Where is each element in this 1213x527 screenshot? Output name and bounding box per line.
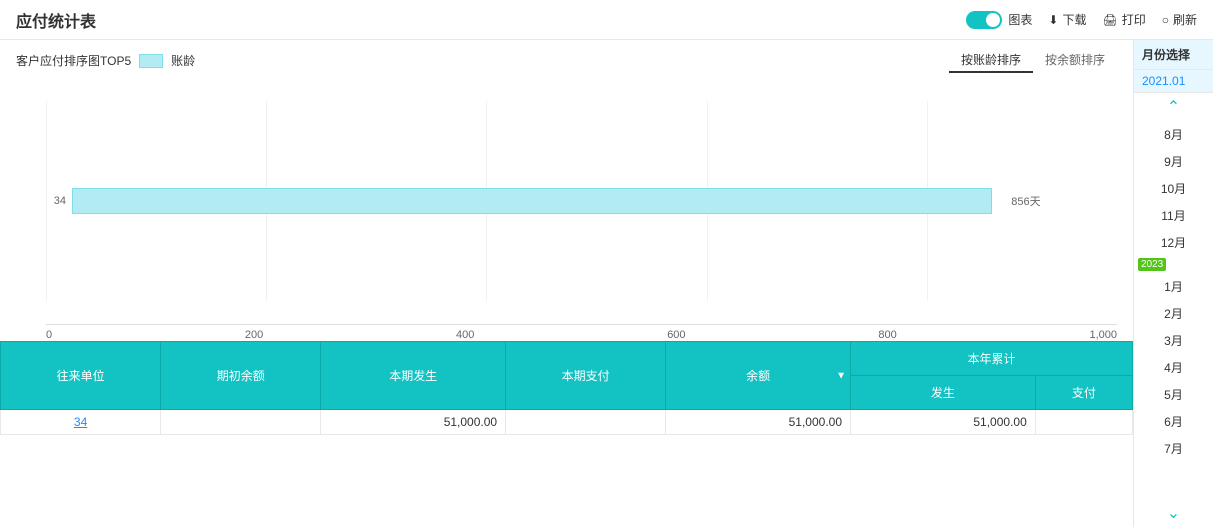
cell-unit[interactable]: 34 — [1, 410, 161, 435]
chart-inner: 34 856天 0 200 — [16, 81, 1117, 341]
header-actions: 图表 ⬇ 下载 🖨 打印 ○ 刷新 — [966, 11, 1197, 29]
col-header-ytd-occur: 发生 — [851, 376, 1036, 410]
table-row: 34 51,000.00 51,000.00 51,000.00 — [1, 410, 1133, 435]
chart-toggle[interactable] — [966, 11, 1002, 29]
sidebar-month-2[interactable]: 2月 — [1134, 300, 1213, 327]
sidebar-month-4[interactable]: 4月 — [1134, 354, 1213, 381]
chart-table-section: 客户应付排序图TOP5 账龄 按账龄排序 按余额排序 — [0, 40, 1133, 527]
app-header: 应付统计表 图表 ⬇ 下载 🖨 打印 ○ 刷新 — [0, 0, 1213, 40]
page-title: 应付统计表 — [16, 8, 96, 32]
cell-current-pay — [506, 410, 666, 435]
refresh-icon: ○ — [1162, 13, 1169, 27]
bar-end-label: 856天 — [1011, 193, 1040, 209]
sidebar-month-6[interactable]: 6月 — [1134, 408, 1213, 435]
col-header-ytd-pay: 支付 — [1035, 376, 1132, 410]
col-header-current-occur: 本期发生 — [321, 342, 506, 410]
x-tick-600: 600 — [667, 329, 685, 341]
down-arrow-icon: ⌄ — [1167, 503, 1180, 523]
x-tick-0: 0 — [46, 329, 52, 341]
cell-ytd-pay — [1035, 410, 1132, 435]
print-button[interactable]: 🖨 打印 — [1102, 11, 1145, 28]
print-icon: 🖨 — [1102, 13, 1117, 27]
bar-row: 34 856天 — [46, 181, 1117, 221]
x-tick-200: 200 — [245, 329, 263, 341]
cell-balance: 51,000.00 — [666, 410, 851, 435]
download-button[interactable]: ⬇ 下载 — [1048, 11, 1086, 28]
bar-fill: 856天 — [72, 188, 992, 214]
sidebar-header: 月份选择 — [1134, 40, 1213, 70]
sort-by-balance-button[interactable]: 按余额排序 — [1033, 48, 1117, 73]
sort-by-age-button[interactable]: 按账龄排序 — [949, 48, 1033, 73]
month-list: 8月 9月 10月 11月 12月 2023 1月 2月 3月 4月 5月 6月… — [1134, 121, 1213, 499]
sidebar-month-10[interactable]: 10月 — [1134, 175, 1213, 202]
sidebar-month-12[interactable]: 12月 — [1134, 229, 1213, 256]
download-icon: ⬇ — [1048, 13, 1058, 27]
legend-box-label: 账龄 — [171, 52, 195, 69]
sidebar-month-5[interactable]: 5月 — [1134, 381, 1213, 408]
main-content: 客户应付排序图TOP5 账龄 按账龄排序 按余额排序 — [0, 40, 1213, 527]
sort-buttons: 按账龄排序 按余额排序 — [949, 48, 1117, 73]
col-header-ytd-group: 本年累计 — [851, 342, 1133, 376]
col-header-balance: 余额 ▼ — [666, 342, 851, 410]
chart-canvas: 34 856天 0 200 — [0, 81, 1133, 341]
col-header-current-pay: 本期支付 — [506, 342, 666, 410]
col-header-opening: 期初余额 — [161, 342, 321, 410]
year-2023-badge: 2023 — [1138, 258, 1166, 271]
table-section: 往来单位 期初余额 本期发生 本期支付 余额 ▼ 本年累计 发生 — [0, 341, 1133, 435]
x-tick-800: 800 — [878, 329, 896, 341]
balance-sort-icon[interactable]: ▼ — [836, 370, 846, 381]
chart-toggle-wrapper: 图表 — [966, 11, 1032, 29]
sidebar-current-date[interactable]: 2021.01 — [1134, 70, 1213, 93]
cell-ytd-occur: 51,000.00 — [851, 410, 1036, 435]
sidebar-month-8[interactable]: 8月 — [1134, 121, 1213, 148]
chart-header: 客户应付排序图TOP5 账龄 按账龄排序 按余额排序 — [0, 40, 1133, 81]
scroll-up-button[interactable]: ⌃ — [1134, 93, 1213, 121]
refresh-button[interactable]: ○ 刷新 — [1162, 11, 1197, 28]
sidebar-month-9[interactable]: 9月 — [1134, 148, 1213, 175]
data-table: 往来单位 期初余额 本期发生 本期支付 余额 ▼ 本年累计 发生 — [0, 341, 1133, 435]
sidebar: 月份选择 2021.01 ⌃ 8月 9月 10月 11月 12月 2023 1月… — [1133, 40, 1213, 527]
sidebar-month-11[interactable]: 11月 — [1134, 202, 1213, 229]
col-header-unit: 往来单位 — [1, 342, 161, 410]
sidebar-month-7[interactable]: 7月 — [1134, 435, 1213, 462]
chart-area: 客户应付排序图TOP5 账龄 按账龄排序 按余额排序 — [0, 40, 1133, 341]
legend-box — [139, 54, 163, 68]
legend-title: 客户应付排序图TOP5 — [16, 52, 131, 69]
bar-y-label: 34 — [46, 195, 66, 207]
x-tick-1000: 1,000 — [1089, 329, 1117, 341]
year-2023-row: 2023 — [1134, 256, 1213, 273]
scroll-down-button[interactable]: ⌄ — [1134, 499, 1213, 527]
sidebar-month-1[interactable]: 1月 — [1134, 273, 1213, 300]
sidebar-month-3[interactable]: 3月 — [1134, 327, 1213, 354]
up-arrow-icon: ⌃ — [1167, 97, 1180, 117]
bar-area: 34 856天 — [46, 101, 1117, 301]
toggle-label: 图表 — [1008, 11, 1032, 28]
cell-current-occur: 51,000.00 — [321, 410, 506, 435]
x-tick-400: 400 — [456, 329, 474, 341]
chart-legend: 客户应付排序图TOP5 账龄 — [16, 52, 195, 69]
x-axis: 0 200 400 600 800 1,000 — [46, 324, 1117, 341]
cell-opening — [161, 410, 321, 435]
